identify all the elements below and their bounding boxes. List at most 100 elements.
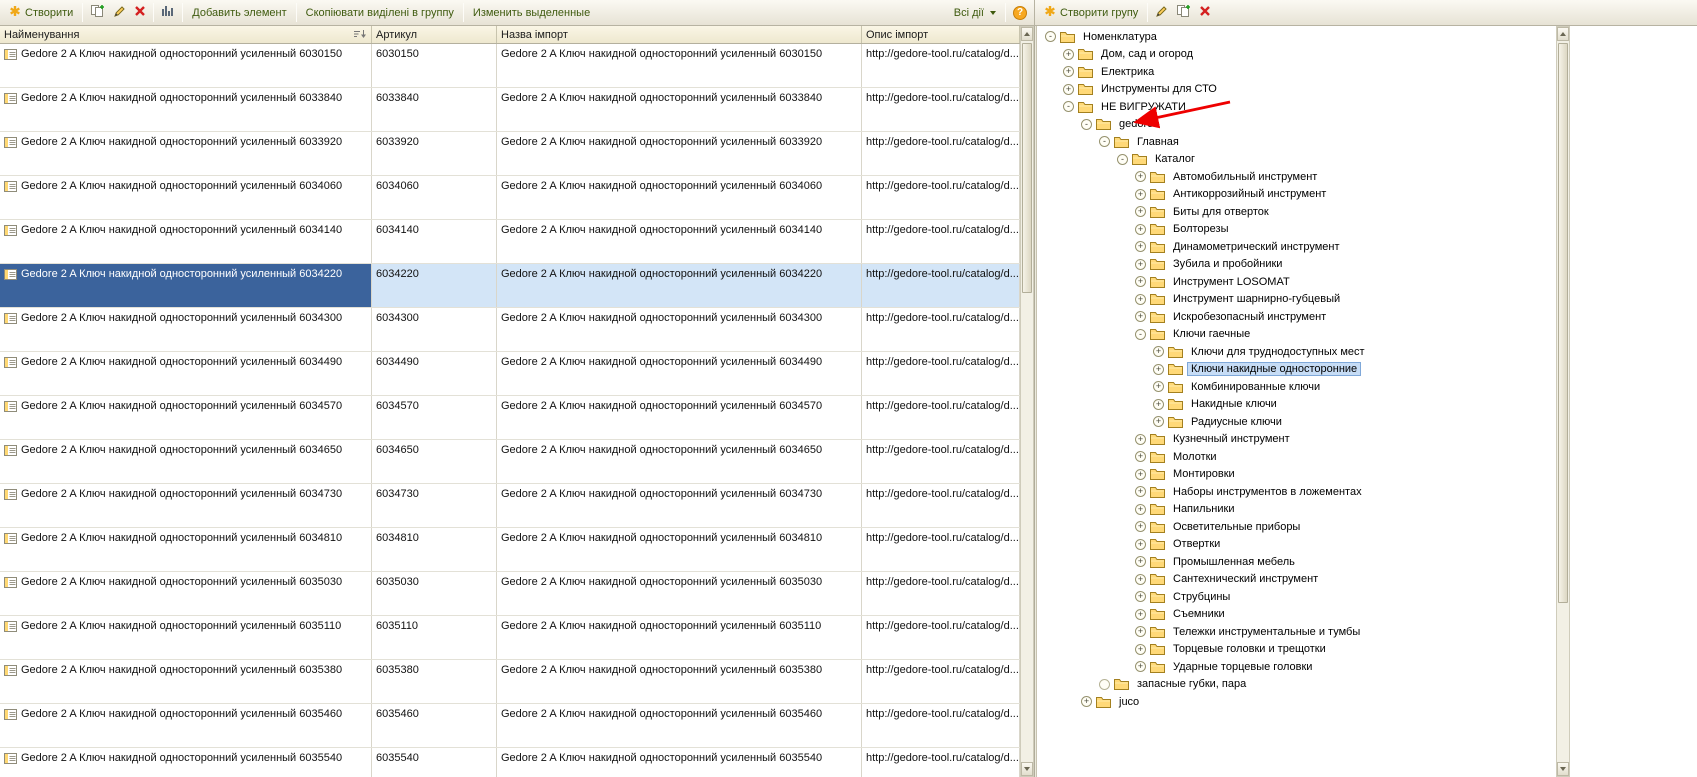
cell-import-desc[interactable]: http://gedore-tool.ru/catalog/d...	[862, 396, 1020, 439]
cell-article[interactable]: 6034810	[372, 528, 497, 571]
cell-article[interactable]: 6035460	[372, 704, 497, 747]
cell-import-name[interactable]: Gedore 2 A Ключ накидной односторонний у…	[497, 220, 862, 263]
column-header-import-name[interactable]: Назва імпорт	[497, 26, 862, 43]
tree-item[interactable]: + Молотки	[1037, 448, 1697, 466]
tree-item[interactable]: + Кузнечный инструмент	[1037, 431, 1697, 449]
cell-import-desc[interactable]: http://gedore-tool.ru/catalog/d...	[862, 88, 1020, 131]
table-row[interactable]: Gedore 2 A Ключ накидной односторонний у…	[0, 220, 1020, 264]
cell-name[interactable]: Gedore 2 A Ключ накидной односторонний у…	[0, 88, 372, 131]
expander-plus-icon[interactable]: +	[1135, 433, 1146, 445]
tree-item[interactable]: + Автомобильный инструмент	[1037, 168, 1697, 186]
table-row[interactable]: Gedore 2 A Ключ накидной односторонний у…	[0, 176, 1020, 220]
cell-article[interactable]: 6034650	[372, 440, 497, 483]
cell-import-desc[interactable]: http://gedore-tool.ru/catalog/d...	[862, 176, 1020, 219]
tree-item[interactable]: + Ударные торцевые головки	[1037, 658, 1697, 676]
scroll-up-button[interactable]	[1557, 27, 1569, 41]
tree-item[interactable]: + Ключи накидные односторонние	[1037, 361, 1697, 379]
expander-plus-icon[interactable]: +	[1135, 311, 1146, 323]
tree-item[interactable]: запасные губки, пара	[1037, 676, 1697, 694]
tree-item[interactable]: - Номенклатура	[1037, 28, 1697, 46]
cell-import-name[interactable]: Gedore 2 A Ключ накидной односторонний у…	[497, 88, 862, 131]
expander-empty-icon[interactable]	[1099, 678, 1110, 690]
edit-group-button[interactable]	[1151, 2, 1172, 24]
expander-plus-icon[interactable]: +	[1063, 66, 1074, 78]
tree-item[interactable]: + Торцевые головки и трещотки	[1037, 641, 1697, 659]
cell-article[interactable]: 6035380	[372, 660, 497, 703]
cell-article[interactable]: 6030150	[372, 44, 497, 87]
cell-article[interactable]: 6035110	[372, 616, 497, 659]
table-row[interactable]: Gedore 2 A Ключ накидной односторонний у…	[0, 44, 1020, 88]
expander-plus-icon[interactable]: +	[1153, 363, 1164, 375]
cell-article[interactable]: 6034300	[372, 308, 497, 351]
cell-name[interactable]: Gedore 2 A Ключ накидной односторонний у…	[0, 440, 372, 483]
cell-import-desc[interactable]: http://gedore-tool.ru/catalog/d...	[862, 440, 1020, 483]
cell-import-desc[interactable]: http://gedore-tool.ru/catalog/d...	[862, 704, 1020, 747]
cell-import-name[interactable]: Gedore 2 A Ключ накидной односторонний у…	[497, 528, 862, 571]
cell-import-name[interactable]: Gedore 2 A Ключ накидной односторонний у…	[497, 352, 862, 395]
expander-plus-icon[interactable]: +	[1135, 591, 1146, 603]
cell-import-name[interactable]: Gedore 2 A Ключ накидной односторонний у…	[497, 572, 862, 615]
table-row[interactable]: Gedore 2 A Ключ накидной односторонний у…	[0, 660, 1020, 704]
tree-item[interactable]: + Инструменты для СТО	[1037, 81, 1697, 99]
scroll-down-button[interactable]	[1021, 762, 1033, 776]
table-row[interactable]: Gedore 2 A Ключ накидной односторонний у…	[0, 528, 1020, 572]
expander-plus-icon[interactable]: +	[1063, 48, 1074, 60]
tree-item[interactable]: + Биты для отверток	[1037, 203, 1697, 221]
cell-import-desc[interactable]: http://gedore-tool.ru/catalog/d...	[862, 484, 1020, 527]
tree-item[interactable]: + Електрика	[1037, 63, 1697, 81]
tree-item[interactable]: - НЕ ВИГРУЖАТИ	[1037, 98, 1697, 116]
delete-group-button[interactable]	[1195, 2, 1215, 23]
expander-minus-icon[interactable]: -	[1063, 101, 1074, 113]
cell-import-name[interactable]: Gedore 2 A Ключ накидной односторонний у…	[497, 484, 862, 527]
expander-plus-icon[interactable]: +	[1153, 346, 1164, 358]
cell-import-name[interactable]: Gedore 2 A Ключ накидной односторонний у…	[497, 748, 862, 777]
cell-article[interactable]: 6034730	[372, 484, 497, 527]
cell-name[interactable]: Gedore 2 A Ключ накидной односторонний у…	[0, 660, 372, 703]
table-row[interactable]: Gedore 2 A Ключ накидной односторонний у…	[0, 484, 1020, 528]
copy-selected-to-group-button[interactable]: Скопіювати виділені в группу	[300, 4, 460, 22]
tree-item[interactable]: + Напильники	[1037, 501, 1697, 519]
expander-plus-icon[interactable]: +	[1135, 171, 1146, 183]
tree-item[interactable]: + Искробезопасный инструмент	[1037, 308, 1697, 326]
delete-item-button[interactable]	[130, 2, 150, 23]
expander-plus-icon[interactable]: +	[1153, 398, 1164, 410]
tree-item[interactable]: + Осветительные приборы	[1037, 518, 1697, 536]
tree-item[interactable]: + Дом, сад и огород	[1037, 46, 1697, 64]
cell-name[interactable]: Gedore 2 A Ключ накидной односторонний у…	[0, 308, 372, 351]
create-button[interactable]: Створити	[3, 2, 79, 23]
cell-import-name[interactable]: Gedore 2 A Ключ накидной односторонний у…	[497, 176, 862, 219]
cell-import-name[interactable]: Gedore 2 A Ключ накидной односторонний у…	[497, 704, 862, 747]
edit-item-button[interactable]	[109, 2, 130, 24]
tree-item[interactable]: + Инструмент LOSOMAT	[1037, 273, 1697, 291]
cell-import-desc[interactable]: http://gedore-tool.ru/catalog/d...	[862, 44, 1020, 87]
cell-import-desc[interactable]: http://gedore-tool.ru/catalog/d...	[862, 572, 1020, 615]
table-row[interactable]: Gedore 2 A Ключ накидной односторонний у…	[0, 352, 1020, 396]
cell-article[interactable]: 6035540	[372, 748, 497, 777]
table-row[interactable]: Gedore 2 A Ключ накидной односторонний у…	[0, 572, 1020, 616]
tree-item[interactable]: - Главная	[1037, 133, 1697, 151]
tree-item[interactable]: + Накидные ключи	[1037, 396, 1697, 414]
cell-name[interactable]: Gedore 2 A Ключ накидной односторонний у…	[0, 132, 372, 175]
expander-plus-icon[interactable]: +	[1135, 276, 1146, 288]
cell-article[interactable]: 6034060	[372, 176, 497, 219]
tree-item[interactable]: + Съемники	[1037, 606, 1697, 624]
expander-plus-icon[interactable]: +	[1135, 468, 1146, 480]
table-row[interactable]: Gedore 2 A Ключ накидной односторонний у…	[0, 704, 1020, 748]
cell-import-desc[interactable]: http://gedore-tool.ru/catalog/d...	[862, 748, 1020, 777]
expander-plus-icon[interactable]: +	[1135, 188, 1146, 200]
tree-item[interactable]: + Комбинированные ключи	[1037, 378, 1697, 396]
cell-article[interactable]: 6034570	[372, 396, 497, 439]
expander-plus-icon[interactable]: +	[1135, 223, 1146, 235]
tree-item[interactable]: + Наборы инструментов в ложементах	[1037, 483, 1697, 501]
cell-name[interactable]: Gedore 2 A Ключ накидной односторонний у…	[0, 704, 372, 747]
tree-item[interactable]: - gedore	[1037, 116, 1697, 134]
tree-item[interactable]: - Каталог	[1037, 151, 1697, 169]
table-row[interactable]: Gedore 2 A Ключ накидной односторонний у…	[0, 132, 1020, 176]
cell-import-name[interactable]: Gedore 2 A Ключ накидной односторонний у…	[497, 264, 862, 307]
tree-item[interactable]: + Отвертки	[1037, 536, 1697, 554]
tree-item[interactable]: + Тележки инструментальные и тумбы	[1037, 623, 1697, 641]
cell-import-desc[interactable]: http://gedore-tool.ru/catalog/d...	[862, 220, 1020, 263]
tree-item[interactable]: + Промышленная мебель	[1037, 553, 1697, 571]
table-row[interactable]: Gedore 2 A Ключ накидной односторонний у…	[0, 88, 1020, 132]
tree-item[interactable]: + Болторезы	[1037, 221, 1697, 239]
